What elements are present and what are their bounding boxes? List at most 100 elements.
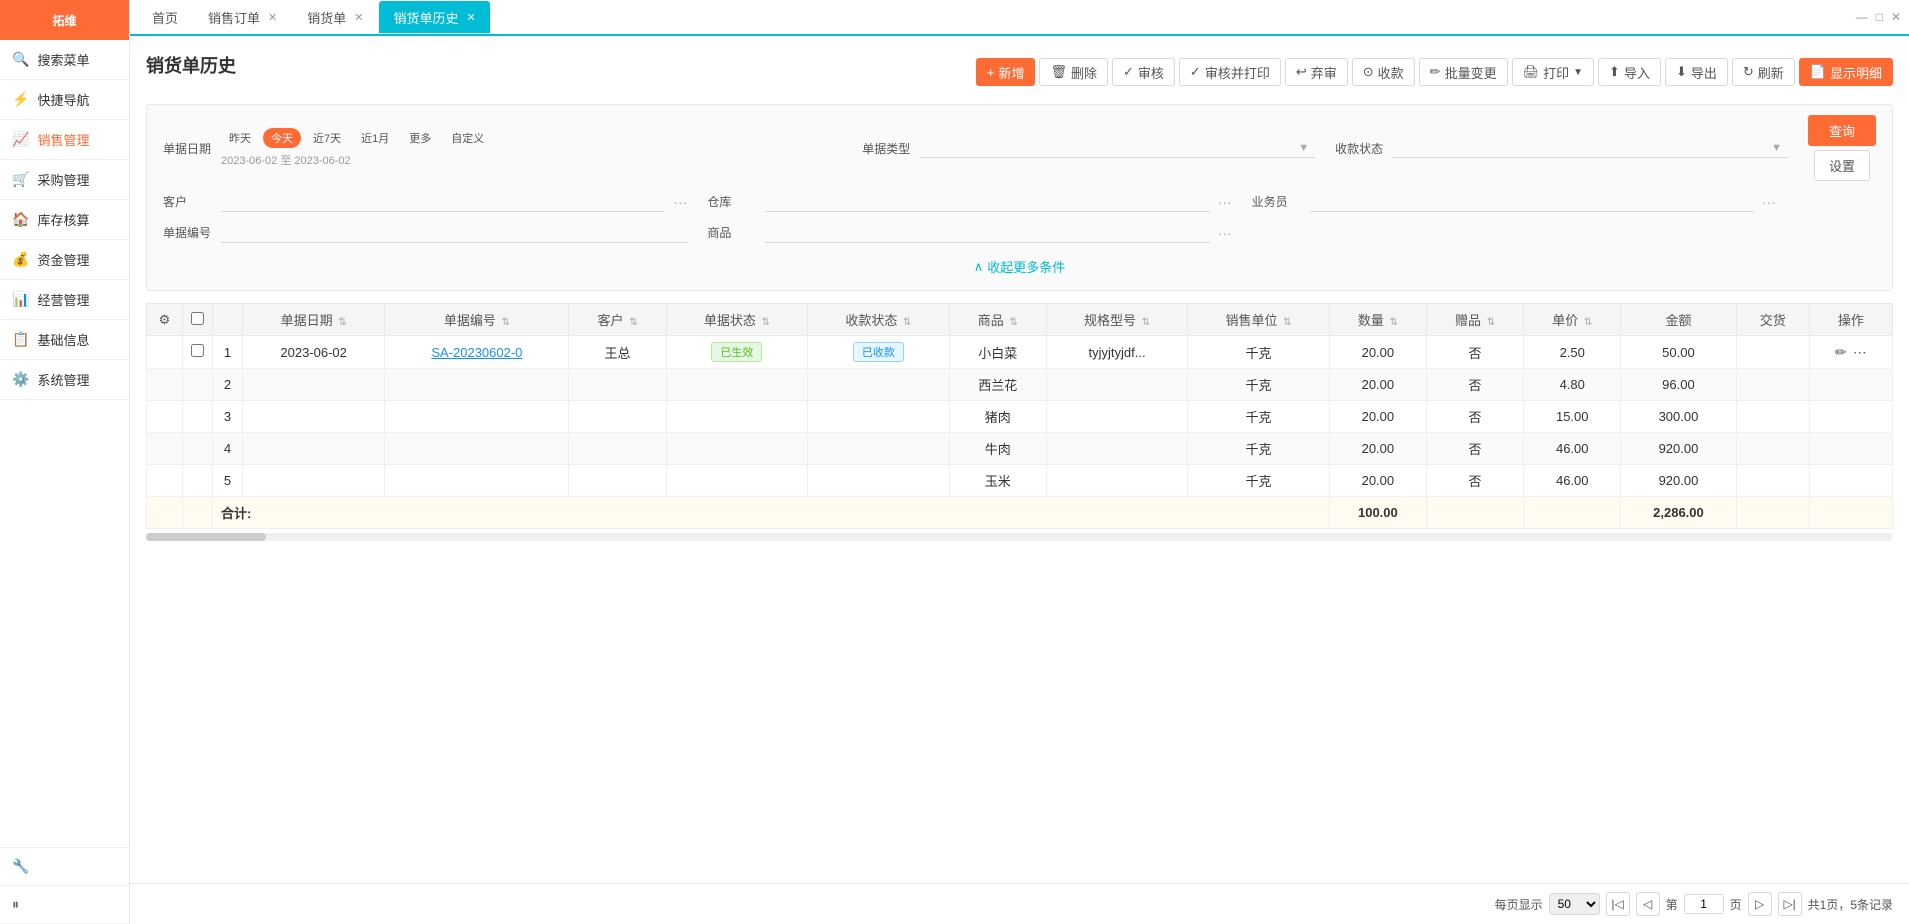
th-unit-price[interactable]: 单价 ⇅ (1524, 304, 1621, 336)
sidebar-item-operations[interactable]: 📊 经营管理 (0, 280, 129, 320)
th-unit[interactable]: 销售单位 ⇅ (1188, 304, 1329, 336)
doc-no-input[interactable] (221, 222, 687, 243)
date-pill-more[interactable]: 更多 (401, 128, 439, 148)
cell-gift: 否 (1426, 336, 1523, 369)
tab-sales-order[interactable]: 销售订单 ✕ (194, 1, 291, 33)
last-page-button[interactable]: ▷| (1778, 892, 1802, 916)
cell-checkbox[interactable] (183, 465, 213, 497)
tab-sales-delivery[interactable]: 销货单 ✕ (293, 1, 377, 33)
product-more-icon[interactable]: ··· (1218, 225, 1232, 241)
chevron-up-icon: ∧ (974, 259, 984, 275)
audit-print-button[interactable]: ✓ 审核并打印 (1179, 58, 1281, 86)
th-checkbox[interactable] (183, 304, 213, 336)
sidebar-item-settings[interactable]: 🔧 (0, 848, 129, 886)
product-input[interactable] (765, 222, 1209, 243)
cell-payment-status (808, 369, 949, 401)
date-pill-today[interactable]: 今天 (263, 128, 301, 148)
horizontal-scrollbar[interactable] (146, 533, 1893, 541)
th-settings[interactable]: ⚙ (147, 304, 183, 336)
cell-checkbox[interactable] (183, 401, 213, 433)
date-pill-1month[interactable]: 近1月 (353, 128, 397, 148)
sidebar-item-label: 库存核算 (37, 210, 89, 229)
tab-sales-delivery-close[interactable]: ✕ (354, 11, 363, 24)
sidebar-item-search-menu[interactable]: 🔍 搜索菜单 (0, 40, 129, 80)
date-pill-7days[interactable]: 近7天 (305, 128, 349, 148)
tab-home[interactable]: 首页 (138, 1, 192, 33)
print-button[interactable]: 🖨 打印 ▼ (1512, 58, 1594, 86)
th-payment-status[interactable]: 收款状态 ⇅ (808, 304, 949, 336)
cell-spec (1046, 369, 1187, 401)
salesman-input[interactable] (1310, 191, 1754, 212)
cell-checkbox[interactable] (183, 369, 213, 401)
export-button[interactable]: ⬇ 导出 (1665, 58, 1728, 86)
date-pill-yesterday[interactable]: 昨天 (221, 128, 259, 148)
cell-checkbox[interactable] (183, 336, 213, 369)
warehouse-more-icon[interactable]: ··· (1218, 194, 1232, 210)
sidebar-item-finance[interactable]: 💰 资金管理 (0, 240, 129, 280)
batch-change-button[interactable]: ✏ 批量变更 (1419, 58, 1508, 86)
salesman-more-icon[interactable]: ··· (1762, 194, 1776, 210)
edit-row-icon[interactable]: ✏ (1835, 344, 1847, 361)
sidebar-item-purchase[interactable]: 🛒 采购管理 (0, 160, 129, 200)
tab-sales-history[interactable]: 销货单历史 ✕ (379, 1, 489, 33)
setting-button[interactable]: 设置 (1814, 150, 1870, 181)
warehouse-input[interactable] (765, 191, 1209, 212)
audit-button[interactable]: ✓ 审核 (1112, 58, 1175, 86)
th-quantity[interactable]: 数量 ⇅ (1329, 304, 1426, 336)
doc-no-link[interactable]: SA-20230602-0 (431, 345, 522, 360)
per-page-select[interactable]: 50 100 200 (1549, 893, 1600, 915)
sidebar-item-basic-info[interactable]: 📋 基础信息 (0, 320, 129, 360)
show-detail-button[interactable]: 📄 显示明细 (1799, 58, 1893, 86)
query-button[interactable]: 查询 (1808, 115, 1876, 146)
window-close[interactable]: ✕ (1891, 10, 1901, 24)
cell-doc-no[interactable]: SA-20230602-0 (385, 336, 569, 369)
more-row-icon[interactable]: ⋯ (1853, 344, 1867, 361)
refresh-button[interactable]: ↻ 刷新 (1732, 58, 1795, 86)
select-all-checkbox[interactable] (191, 312, 204, 325)
sidebar-item-pause[interactable]: ⏸ (0, 886, 129, 924)
th-gift[interactable]: 赠品 ⇅ (1426, 304, 1523, 336)
date-pill-custom[interactable]: 自定义 (443, 128, 492, 148)
th-customer[interactable]: 客户 ⇅ (569, 304, 666, 336)
first-page-button[interactable]: |◁ (1606, 892, 1630, 916)
new-button[interactable]: + 新增 (976, 58, 1036, 86)
sidebar-item-inventory[interactable]: 🏠 库存核算 (0, 200, 129, 240)
abandon-button[interactable]: ↩ 弃审 (1285, 58, 1348, 86)
sidebar-item-label: 搜索菜单 (37, 50, 89, 69)
doc-type-select[interactable]: ▼ (920, 139, 1315, 158)
prev-page-button[interactable]: ◁ (1636, 892, 1660, 916)
th-spec[interactable]: 规格型号 ⇅ (1046, 304, 1187, 336)
customer-input[interactable] (221, 191, 665, 212)
tab-sales-order-close[interactable]: ✕ (268, 11, 277, 24)
th-doc-status[interactable]: 单据状态 ⇅ (666, 304, 807, 336)
th-product[interactable]: 商品 ⇅ (949, 304, 1046, 336)
delete-button[interactable]: 🗑 删除 (1039, 58, 1108, 86)
sidebar-item-system[interactable]: ⚙️ 系统管理 (0, 360, 129, 400)
row-checkbox[interactable] (191, 344, 204, 357)
total-checkbox-cell (183, 497, 213, 529)
table-settings-icon[interactable]: ⚙ (159, 312, 171, 327)
doc-no-label: 单据编号 (163, 224, 213, 241)
customer-more-icon[interactable]: ··· (673, 194, 687, 210)
payment-status-select[interactable]: ▼ (1393, 139, 1788, 158)
cell-checkbox[interactable] (183, 433, 213, 465)
window-maximize[interactable]: □ (1876, 10, 1883, 24)
cell-gift: 否 (1426, 465, 1523, 497)
page-number-input[interactable] (1684, 894, 1724, 914)
tab-sales-history-close[interactable]: ✕ (467, 11, 476, 24)
import-button[interactable]: ⬆ 导入 (1598, 58, 1661, 86)
scroll-thumb[interactable] (146, 533, 266, 541)
collect-button[interactable]: ⊙ 收款 (1352, 58, 1415, 86)
table-header-row: ⚙ 单据日期 ⇅ 单据编号 ⇅ (147, 304, 1893, 336)
filter-warehouse: 仓库 ··· (707, 191, 1231, 212)
sidebar-item-quick-nav[interactable]: ⚡ 快捷导航 (0, 80, 129, 120)
cell-quantity: 20.00 (1329, 336, 1426, 369)
th-doc-date[interactable]: 单据日期 ⇅ (243, 304, 385, 336)
sidebar-item-sales[interactable]: 📈 销售管理 (0, 120, 129, 160)
sidebar-item-label: 资金管理 (37, 250, 89, 269)
th-doc-no[interactable]: 单据编号 ⇅ (385, 304, 569, 336)
th-actions: 操作 (1809, 304, 1892, 336)
collapse-button[interactable]: ∧ 收起更多条件 (163, 253, 1876, 280)
window-minimize[interactable]: — (1856, 10, 1868, 24)
next-page-button[interactable]: ▷ (1748, 892, 1772, 916)
